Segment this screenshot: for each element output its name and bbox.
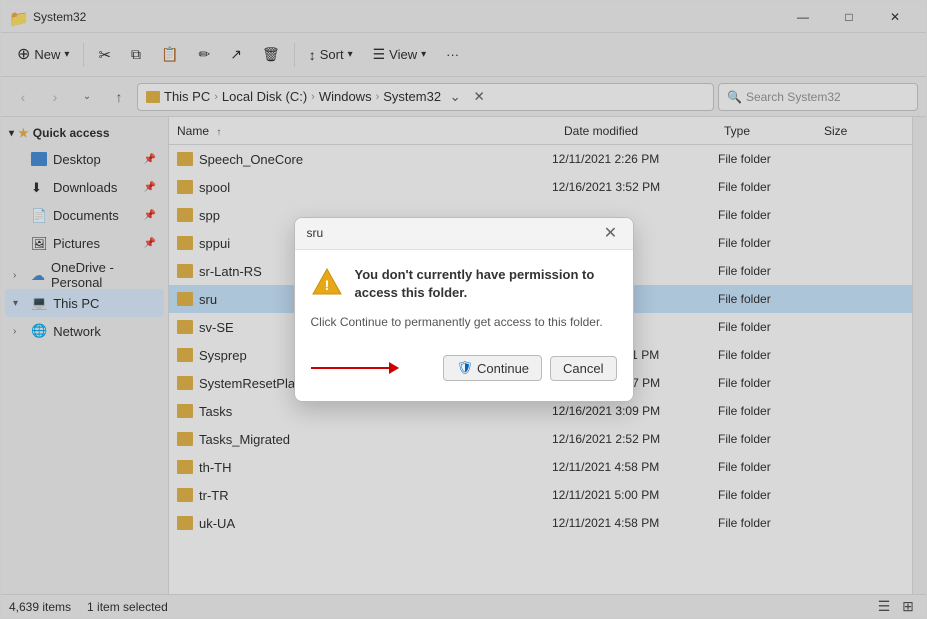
red-arrow [311,367,391,369]
cancel-button[interactable]: Cancel [550,356,616,381]
dialog-overlay: sru ✕ ! You don't currently have permiss… [1,1,926,618]
arrow-indicator [311,367,436,369]
warning-icon: ! [311,266,343,298]
permission-dialog: sru ✕ ! You don't currently have permiss… [294,217,634,402]
dialog-heading: You don't currently have permission to a… [355,266,617,302]
dialog-button-row: 🛡 Continue Cancel [311,347,617,393]
dialog-text-block: You don't currently have permission to a… [355,266,617,302]
dialog-title: sru [307,226,324,240]
svg-text:!: ! [324,277,329,293]
dialog-close-button[interactable]: ✕ [601,223,621,243]
dialog-body: ! You don't currently have permission to… [295,250,633,401]
dialog-titlebar: sru ✕ [295,218,633,250]
continue-button[interactable]: 🛡 Continue [443,355,542,381]
dialog-subtext: Click Continue to permanently get access… [311,314,617,331]
explorer-window: 📁 System32 — □ ✕ ⊕ New ▾ ✂ ⧉ 📋 ✏ ↗ [0,0,927,619]
shield-icon: 🛡 [456,360,473,376]
dialog-warning-row: ! You don't currently have permission to… [311,266,617,302]
